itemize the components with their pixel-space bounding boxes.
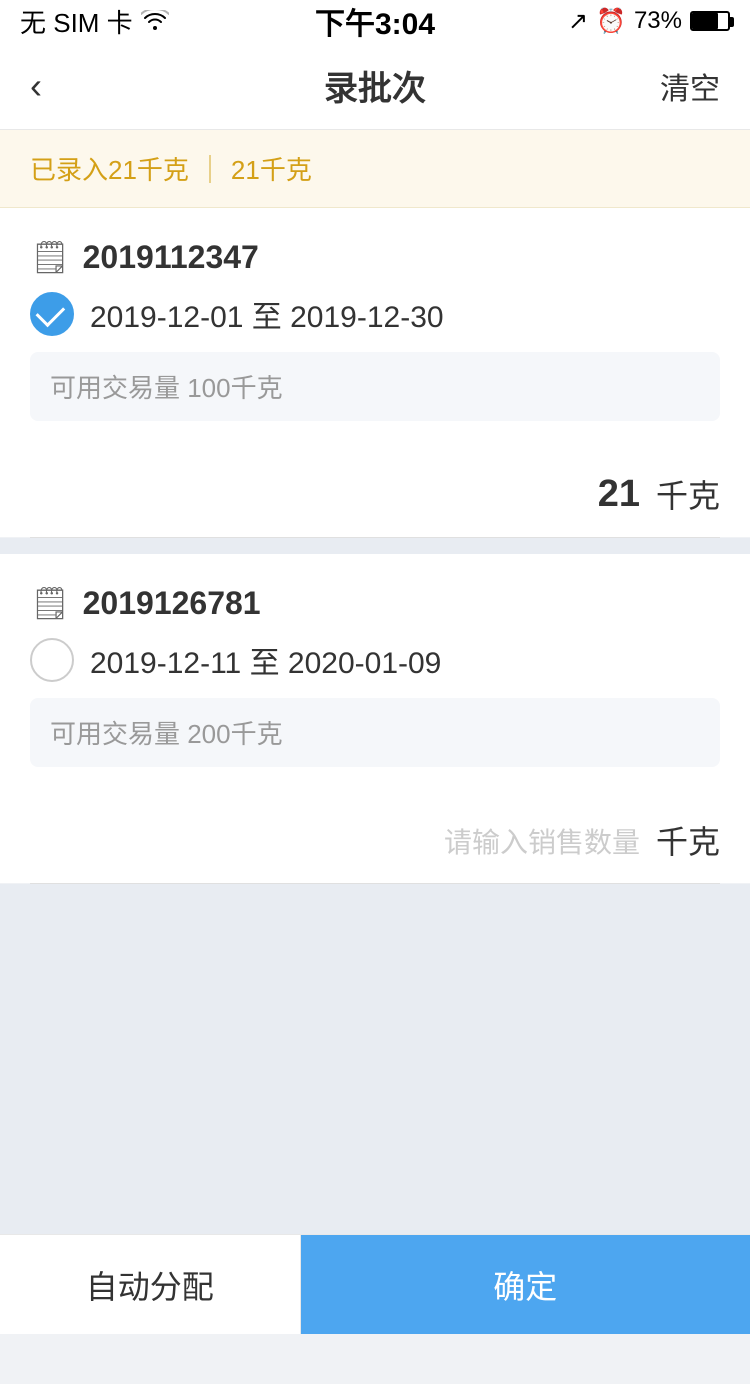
status-right: ↗ ⏰ 73%	[568, 7, 730, 36]
batch-2-id: 2019126781	[83, 585, 261, 622]
main-content: 已录入21千克 21千克 🗒 2019112347 2019-12-01 至 2…	[0, 130, 750, 1384]
batch-2-radio[interactable]	[30, 638, 74, 682]
batch-2-available: 可用交易量 200千克	[30, 698, 720, 767]
carrier-text: 无 SIM 卡	[20, 3, 133, 40]
batch-2-header: 🗒 2019126781	[30, 584, 720, 622]
page-title: 录批次	[324, 61, 426, 110]
status-bar: 无 SIM 卡 下午3:04 ↗ ⏰ 73%	[0, 0, 750, 42]
batch-doc-icon-1: 🗒	[30, 238, 71, 276]
wifi-icon	[141, 6, 169, 37]
status-time: 下午3:04	[315, 0, 435, 43]
confirm-button[interactable]: 确定	[301, 1235, 750, 1334]
auto-distribute-button[interactable]: 自动分配	[0, 1235, 301, 1334]
batch-1-id: 2019112347	[83, 239, 259, 276]
recorded-value: 21千克	[231, 150, 312, 187]
batch-1-header: 🗒 2019112347	[30, 238, 720, 276]
quantity-input-1[interactable]	[440, 473, 640, 516]
auto-distribute-label: 自动分配	[86, 1262, 214, 1308]
back-button[interactable]: ‹	[30, 65, 90, 107]
unit-label-1: 千克	[656, 471, 720, 517]
batch-2-row: 2019-12-11 至 2020-01-09	[30, 638, 720, 682]
status-left: 无 SIM 卡	[20, 3, 169, 40]
battery-icon	[690, 11, 730, 31]
info-banner: 已录入21千克 21千克	[0, 130, 750, 208]
batch-1-available: 可用交易量 100千克	[30, 352, 720, 421]
quantity-row-2: 千克	[0, 797, 750, 883]
confirm-label: 确定	[493, 1262, 557, 1308]
batch-item-1: 🗒 2019112347 2019-12-01 至 2019-12-30 可用交…	[0, 208, 750, 451]
banner-divider	[209, 155, 211, 183]
unit-label-2: 千克	[656, 817, 720, 863]
batch-2-date: 2019-12-11 至 2020-01-09	[90, 638, 441, 682]
battery-text: 73%	[634, 7, 682, 35]
clear-button[interactable]: 清空	[660, 64, 720, 108]
nav-bar: ‹ 录批次 清空	[0, 42, 750, 130]
recorded-label: 已录入21千克	[30, 150, 189, 187]
batch-1-row: 2019-12-01 至 2019-12-30	[30, 292, 720, 336]
bottom-bar: 自动分配 确定	[0, 1234, 750, 1334]
batch-1-date: 2019-12-01 至 2019-12-30	[90, 292, 444, 336]
batch-1-radio[interactable]	[30, 292, 74, 336]
quantity-input-2[interactable]	[440, 819, 640, 862]
batch-item-2: 🗒 2019126781 2019-12-11 至 2020-01-09 可用交…	[0, 554, 750, 797]
batch-doc-icon-2: 🗒	[30, 584, 71, 622]
section-divider	[0, 538, 750, 554]
location-icon: ↗	[568, 7, 588, 36]
empty-area	[0, 884, 750, 1284]
quantity-row-1: 千克	[0, 451, 750, 537]
alarm-icon: ⏰	[596, 7, 626, 36]
